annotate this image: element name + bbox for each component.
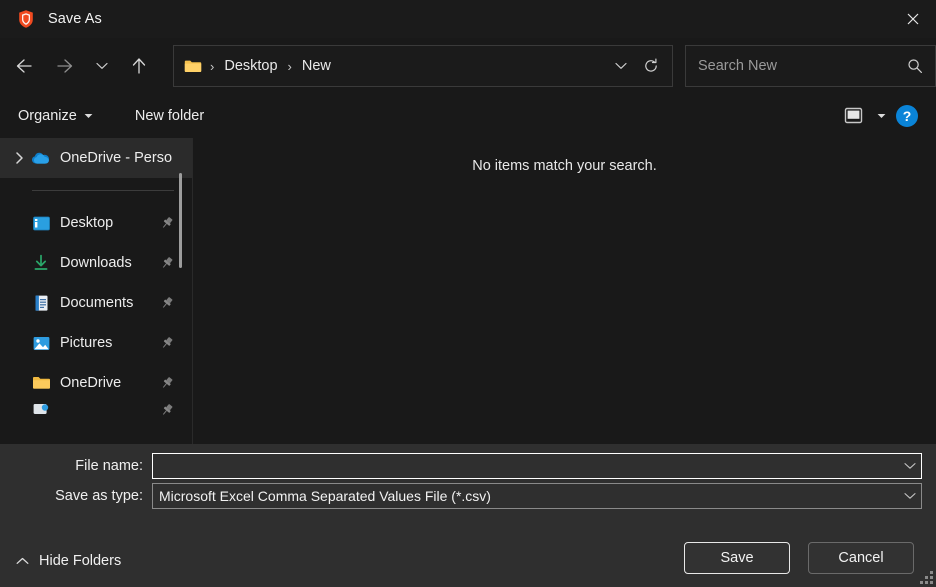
hide-folders-button[interactable]: Hide Folders <box>8 547 129 575</box>
sidebar-item-label: Pictures <box>60 335 156 351</box>
navigation-pane: OneDrive - Perso Desktop <box>0 138 193 444</box>
view-layout-icon <box>843 107 864 125</box>
refresh-icon <box>643 58 659 74</box>
onedrive-cloud-icon <box>30 151 52 165</box>
sidebar-item-desktop[interactable]: Desktop <box>0 203 192 243</box>
back-button[interactable] <box>8 50 39 82</box>
search-box[interactable] <box>685 45 936 87</box>
organize-label: Organize <box>18 108 77 124</box>
folder-icon <box>30 375 52 391</box>
sidebar-item-pictures[interactable]: Pictures <box>0 323 192 363</box>
caret-down-icon <box>877 113 886 119</box>
dialog-body: OneDrive - Perso Desktop <box>0 138 936 444</box>
pin-icon[interactable] <box>156 216 178 230</box>
chevron-down-icon <box>96 62 108 70</box>
save-button[interactable]: Save <box>684 542 790 574</box>
breadcrumb-new[interactable]: New <box>298 55 335 77</box>
pictures-icon <box>30 335 52 352</box>
sidebar-item-downloads[interactable]: Downloads <box>0 243 192 283</box>
breadcrumb-separator-1: › <box>204 59 220 74</box>
search-icon[interactable] <box>905 58 925 74</box>
sidebar-scrollbar-thumb[interactable] <box>179 173 182 268</box>
file-name-row: File name: <box>0 453 922 479</box>
view-dropdown-button[interactable] <box>870 101 892 131</box>
sidebar-item-label: Downloads <box>60 255 156 271</box>
title-bar: Save As <box>0 0 936 38</box>
downloads-icon <box>30 254 52 272</box>
new-folder-label: New folder <box>135 108 204 124</box>
hide-folders-label: Hide Folders <box>39 553 121 569</box>
up-button[interactable] <box>124 50 155 82</box>
documents-icon <box>30 294 52 312</box>
navigation-bar: › Desktop › New <box>0 38 936 94</box>
save-as-type-label: Save as type: <box>0 488 152 504</box>
file-name-combobox[interactable] <box>152 453 922 479</box>
command-bar: Organize New folder ? <box>0 94 936 138</box>
close-button[interactable] <box>890 0 936 38</box>
arrow-left-icon <box>15 58 33 74</box>
brave-lion-icon <box>16 9 36 29</box>
dialog-footer: File name: Save as type: Microsoft Excel… <box>0 444 936 587</box>
address-bar[interactable]: › Desktop › New <box>173 45 673 87</box>
pin-icon[interactable] <box>156 403 178 417</box>
chevron-up-icon <box>16 557 29 565</box>
resize-grip-icon[interactable] <box>920 571 933 584</box>
pin-icon[interactable] <box>156 256 178 270</box>
sidebar-item-label: OneDrive <box>60 375 156 391</box>
address-dropdown-button[interactable] <box>606 48 636 84</box>
arrow-right-icon <box>56 58 74 74</box>
pin-icon[interactable] <box>156 296 178 310</box>
chevron-down-icon[interactable] <box>899 492 921 500</box>
sidebar-item-partially-visible[interactable] <box>0 403 192 417</box>
sidebar-item-onedrive-personal[interactable]: OneDrive - Perso <box>0 138 192 178</box>
window-title: Save As <box>48 11 102 27</box>
sidebar-divider <box>32 190 174 191</box>
desktop-icon <box>30 215 52 232</box>
file-name-input[interactable] <box>159 458 899 474</box>
pin-icon[interactable] <box>156 336 178 350</box>
chevron-down-icon[interactable] <box>899 462 921 470</box>
chevron-down-icon <box>615 62 627 70</box>
close-icon <box>907 13 919 25</box>
pin-icon[interactable] <box>156 376 178 390</box>
this-pc-icon <box>30 403 52 417</box>
sidebar-item-label: OneDrive - Perso <box>60 150 192 166</box>
sidebar-item-onedrive[interactable]: OneDrive <box>0 363 192 403</box>
search-input[interactable] <box>698 58 905 74</box>
arrow-up-icon <box>131 57 147 75</box>
save-as-type-row: Save as type: Microsoft Excel Comma Sepa… <box>0 483 922 509</box>
help-button[interactable]: ? <box>896 105 918 127</box>
sidebar-item-label: Documents <box>60 295 156 311</box>
breadcrumb-desktop[interactable]: Desktop <box>220 55 281 77</box>
refresh-button[interactable] <box>636 48 666 84</box>
file-name-label: File name: <box>0 458 152 474</box>
view-layout-button[interactable] <box>836 101 870 131</box>
forward-button[interactable] <box>49 50 80 82</box>
chevron-right-icon[interactable] <box>8 152 30 164</box>
file-list-pane[interactable]: No items match your search. <box>193 138 936 444</box>
breadcrumb-separator-2: › <box>282 59 298 74</box>
recent-locations-button[interactable] <box>90 50 114 82</box>
caret-down-icon <box>84 113 93 119</box>
folder-icon <box>184 59 204 74</box>
help-icon: ? <box>903 108 912 124</box>
new-folder-button[interactable]: New folder <box>125 101 214 131</box>
sidebar-item-label: Desktop <box>60 215 156 231</box>
empty-state-message: No items match your search. <box>193 158 936 174</box>
save-as-type-combobox[interactable]: Microsoft Excel Comma Separated Values F… <box>152 483 922 509</box>
organize-button[interactable]: Organize <box>8 101 103 131</box>
save-as-dialog: Save As <box>0 0 936 587</box>
cancel-button[interactable]: Cancel <box>808 542 914 574</box>
save-as-type-value: Microsoft Excel Comma Separated Values F… <box>159 488 899 504</box>
sidebar-item-documents[interactable]: Documents <box>0 283 192 323</box>
